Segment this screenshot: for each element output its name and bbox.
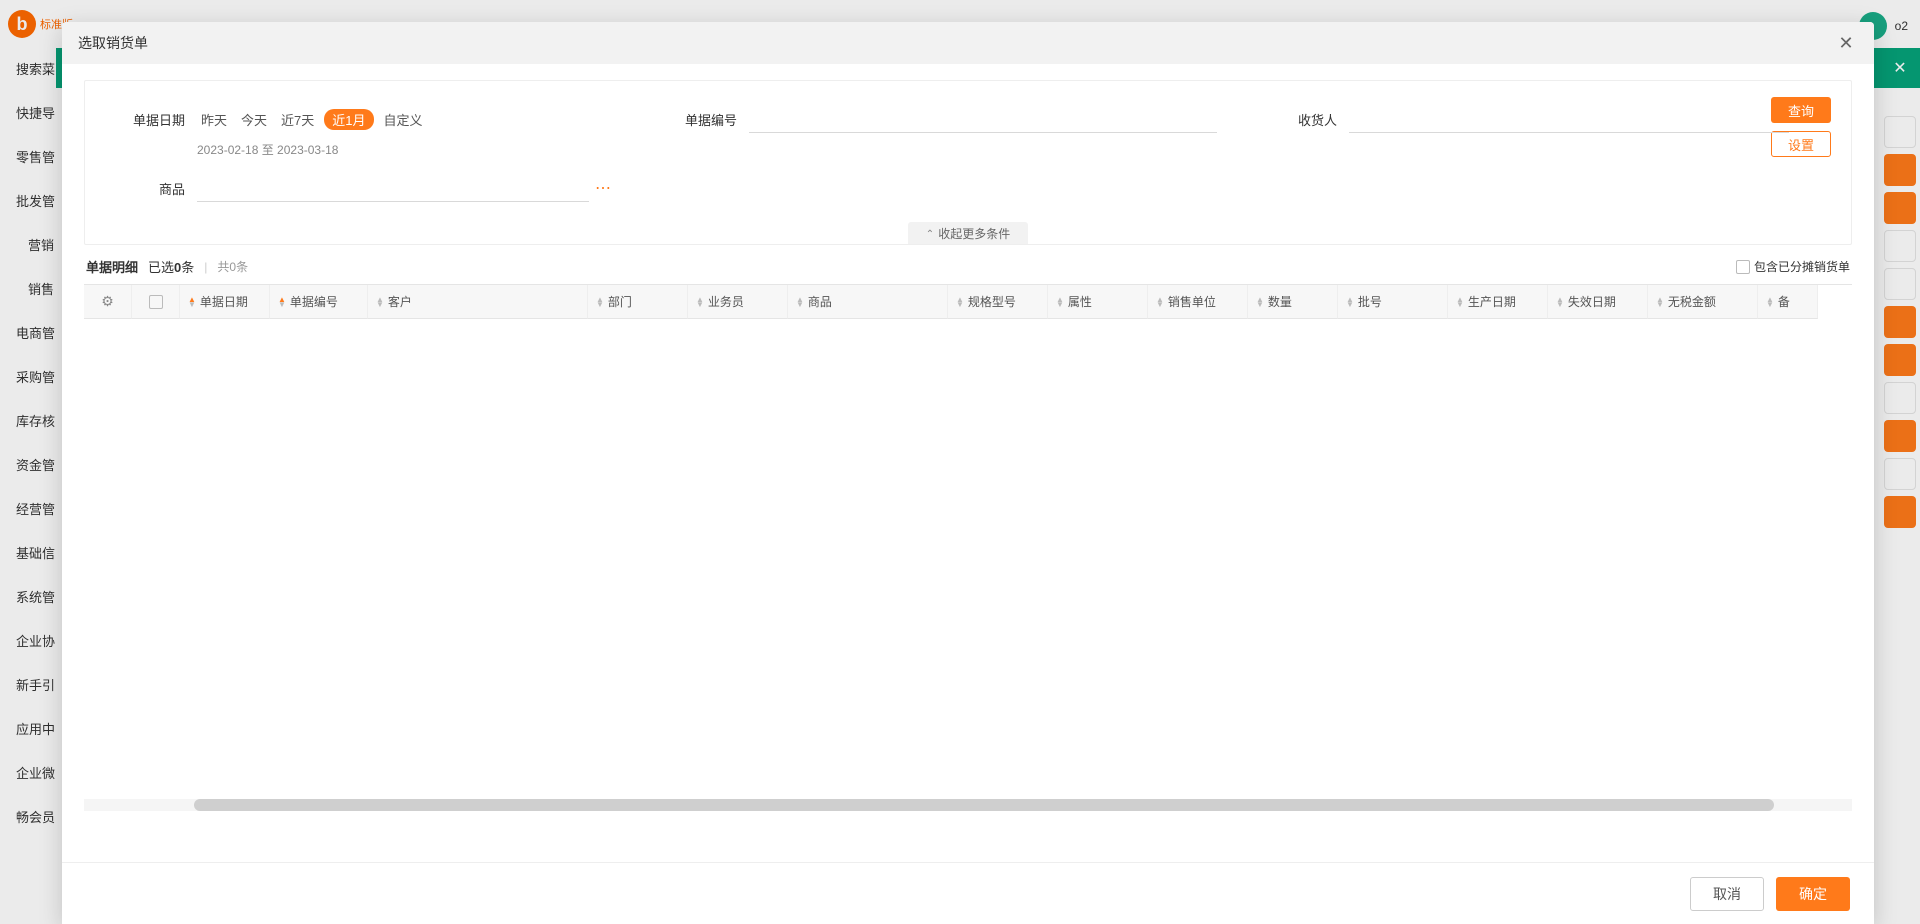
collapse-label: 收起更多条件 <box>938 225 1010 242</box>
col-10[interactable]: ▲▼ 批号 <box>1338 285 1448 319</box>
gear-icon <box>101 293 114 310</box>
col-6[interactable]: ▲▼ 规格型号 <box>948 285 1048 319</box>
sort-icon: ▲▼ <box>696 297 704 307</box>
col-label: 业务员 <box>708 293 744 310</box>
receiver-more-icon[interactable]: ⋯ <box>1789 109 1817 129</box>
col-label: 商品 <box>808 293 832 310</box>
col-label: 部门 <box>608 293 632 310</box>
col-label: 无税金额 <box>1668 293 1716 310</box>
col-1[interactable]: ▲▼ 单据编号 <box>270 285 368 319</box>
sort-icon: ▲▼ <box>1456 297 1464 307</box>
order-no-input[interactable] <box>749 105 1217 133</box>
col-12[interactable]: ▲▼ 失效日期 <box>1548 285 1648 319</box>
order-no-label: 单据编号 <box>677 110 737 129</box>
filter-panel: 查询 设置 单据日期 昨天今天近7天近1月自定义 单据编号 收货人 <box>84 80 1852 245</box>
col-label: 销售单位 <box>1168 293 1216 310</box>
date-opt-2[interactable]: 近7天 <box>277 109 318 130</box>
chevron-up-icon <box>926 226 934 240</box>
sort-icon: ▲▼ <box>1766 297 1774 307</box>
col-14[interactable]: ▲▼ 备 <box>1758 285 1818 319</box>
selected-count: 已选0条 <box>148 257 194 276</box>
col-label: 数量 <box>1268 293 1292 310</box>
ok-button[interactable]: 确定 <box>1776 877 1850 911</box>
modal-footer: 取消 确定 <box>62 862 1874 924</box>
modal-overlay: 选取销货单 ✕ 查询 设置 单据日期 昨天今天近7天近1月自定义 单据编号 <box>0 0 1920 924</box>
col-11[interactable]: ▲▼ 生产日期 <box>1448 285 1548 319</box>
col-label: 单据编号 <box>290 293 338 310</box>
col-9[interactable]: ▲▼ 数量 <box>1248 285 1338 319</box>
receiver-input[interactable] <box>1349 105 1789 133</box>
sort-icon: ▲▼ <box>278 297 286 307</box>
col-label: 失效日期 <box>1568 293 1616 310</box>
col-label: 生产日期 <box>1468 293 1516 310</box>
receiver-label: 收货人 <box>1277 110 1337 129</box>
total-count: 共0条 <box>217 258 248 275</box>
col-8[interactable]: ▲▼ 销售单位 <box>1148 285 1248 319</box>
col-label: 属性 <box>1068 293 1092 310</box>
date-opt-1[interactable]: 今天 <box>237 109 271 130</box>
include-split-checkbox[interactable] <box>1736 260 1750 274</box>
product-more-icon[interactable]: ⋯ <box>589 178 617 198</box>
sort-icon: ▲▼ <box>188 297 196 307</box>
tab-detail[interactable]: 单据明细 <box>86 257 138 276</box>
sort-icon: ▲▼ <box>1056 297 1064 307</box>
cancel-button[interactable]: 取消 <box>1690 877 1764 911</box>
col-label: 规格型号 <box>968 293 1016 310</box>
sort-icon: ▲▼ <box>796 297 804 307</box>
date-range-text: 2023-02-18 至 2023-03-18 <box>197 141 1823 158</box>
modal-header: 选取销货单 ✕ <box>62 22 1874 64</box>
sort-icon: ▲▼ <box>1656 297 1664 307</box>
date-opt-3[interactable]: 近1月 <box>324 109 373 130</box>
sort-icon: ▲▼ <box>956 297 964 307</box>
date-opt-0[interactable]: 昨天 <box>197 109 231 130</box>
sort-icon: ▲▼ <box>1556 297 1564 307</box>
table: ▲▼单据日期▲▼单据编号▲▼客户▲▼部门▲▼业务员▲▼商品▲▼规格型号▲▼属性▲… <box>84 284 1852 811</box>
column-settings-button[interactable] <box>84 285 132 319</box>
col-label: 单据日期 <box>200 293 248 310</box>
col-13[interactable]: ▲▼ 无税金额 <box>1648 285 1758 319</box>
modal: 选取销货单 ✕ 查询 设置 单据日期 昨天今天近7天近1月自定义 单据编号 <box>62 22 1874 924</box>
date-opt-4[interactable]: 自定义 <box>380 109 427 130</box>
include-split-label: 包含已分摊销货单 <box>1754 258 1850 275</box>
col-7[interactable]: ▲▼ 属性 <box>1048 285 1148 319</box>
sort-icon: ▲▼ <box>1156 297 1164 307</box>
col-5[interactable]: ▲▼ 商品 <box>788 285 948 319</box>
date-label: 单据日期 <box>113 110 185 129</box>
col-0[interactable]: ▲▼ 单据日期 <box>180 285 270 319</box>
sort-icon: ▲▼ <box>1256 297 1264 307</box>
collapse-filters-button[interactable]: 收起更多条件 <box>908 222 1028 244</box>
col-label: 备 <box>1778 293 1790 310</box>
settings-button[interactable]: 设置 <box>1771 131 1831 157</box>
close-icon[interactable]: ✕ <box>1834 31 1858 55</box>
table-body-empty <box>84 319 1852 799</box>
modal-title: 选取销货单 <box>78 33 148 53</box>
sort-icon: ▲▼ <box>1346 297 1354 307</box>
sort-icon: ▲▼ <box>376 297 384 307</box>
product-input[interactable] <box>197 174 589 202</box>
select-all-checkbox[interactable] <box>132 285 180 319</box>
scrollbar-thumb[interactable] <box>194 799 1774 811</box>
product-label: 商品 <box>113 179 185 198</box>
col-2[interactable]: ▲▼ 客户 <box>368 285 588 319</box>
sort-icon: ▲▼ <box>596 297 604 307</box>
horizontal-scrollbar[interactable] <box>84 799 1852 811</box>
col-3[interactable]: ▲▼ 部门 <box>588 285 688 319</box>
col-label: 批号 <box>1358 293 1382 310</box>
col-label: 客户 <box>388 293 412 310</box>
col-4[interactable]: ▲▼ 业务员 <box>688 285 788 319</box>
